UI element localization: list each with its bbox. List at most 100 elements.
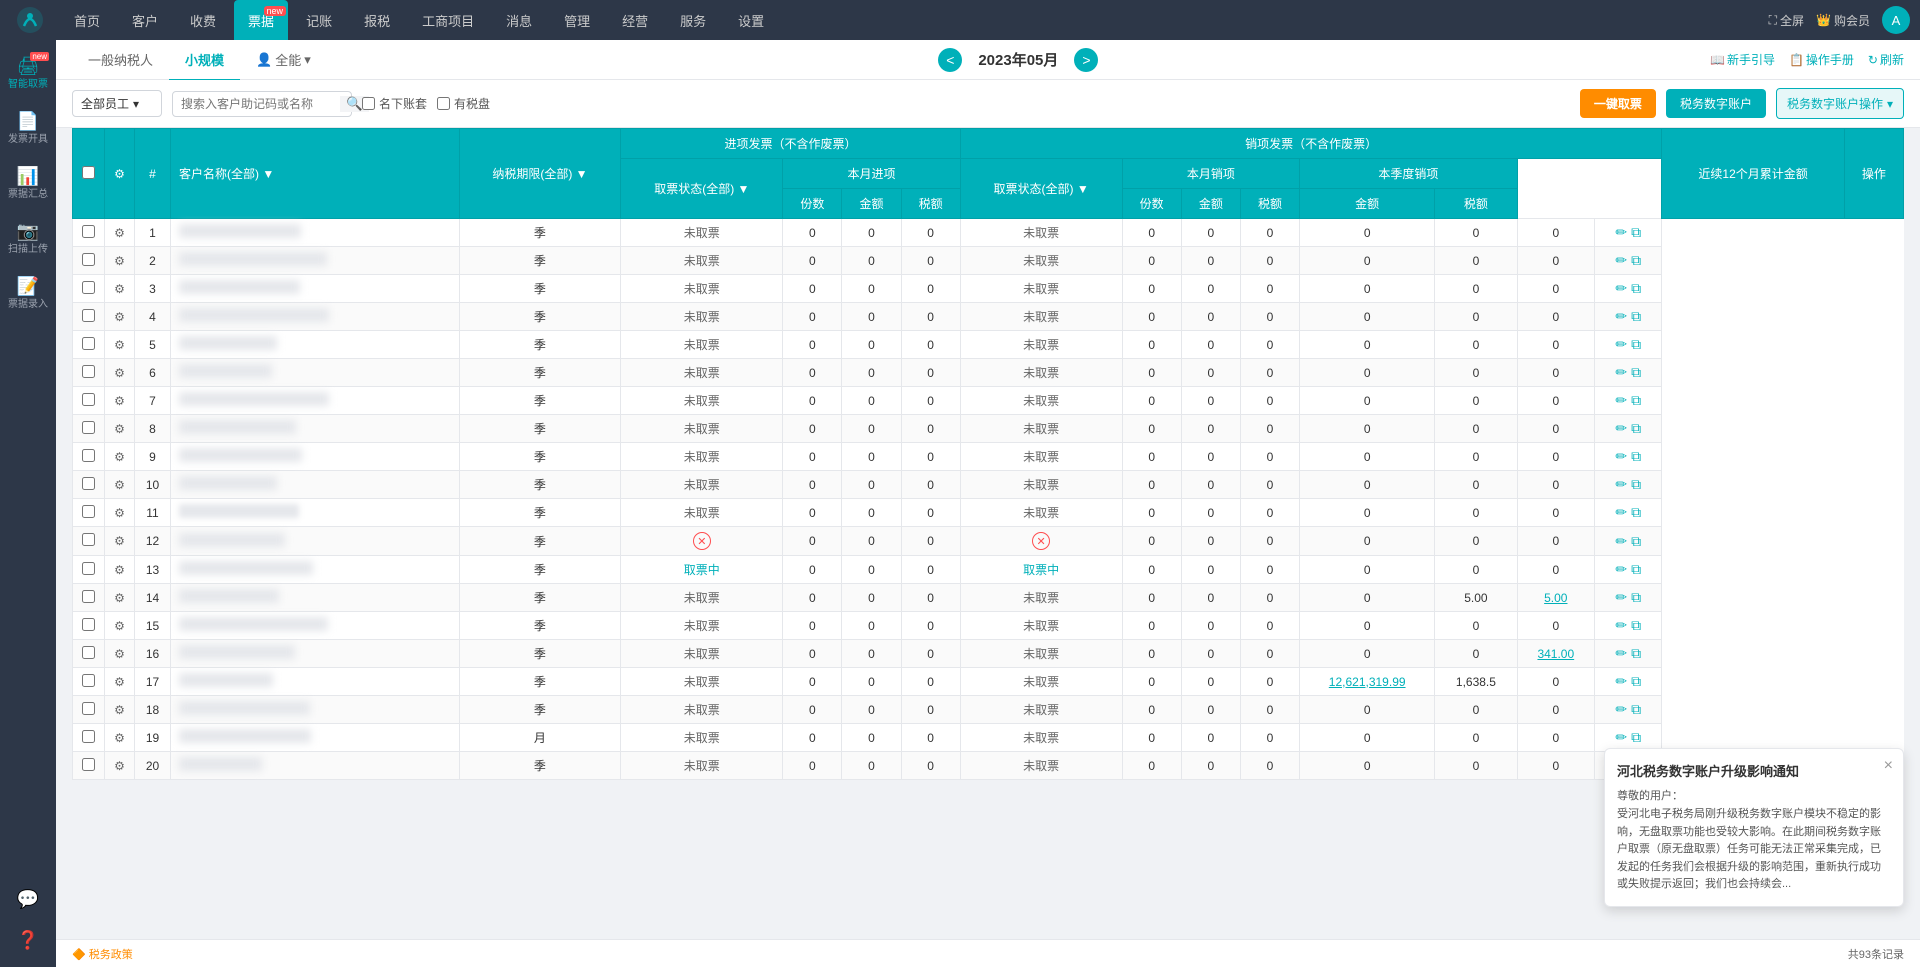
fullscreen-button[interactable]: ⛶全屏 [1769, 12, 1804, 29]
copy-icon[interactable]: ⧉ [1631, 224, 1641, 240]
edit-icon[interactable]: ✏ [1615, 561, 1627, 577]
nav-bookkeeping[interactable]: 记账 [292, 0, 346, 40]
copy-icon[interactable]: ⧉ [1631, 476, 1641, 492]
chat-icon[interactable]: 💬 [11, 883, 45, 916]
copy-icon[interactable]: ⧉ [1631, 280, 1641, 296]
row-checkbox[interactable] [82, 225, 95, 238]
edit-icon[interactable]: ✏ [1615, 701, 1627, 717]
row-checkbox[interactable] [82, 646, 95, 659]
refresh-link[interactable]: ↻ 刷新 [1868, 51, 1904, 68]
nav-customer[interactable]: 客户 [118, 0, 172, 40]
copy-icon[interactable]: ⧉ [1631, 252, 1641, 268]
row-settings-icon[interactable]: ⚙ [114, 534, 125, 548]
copy-icon[interactable]: ⧉ [1631, 504, 1641, 520]
notification-close-button[interactable]: × [1884, 757, 1893, 775]
copy-icon[interactable]: ⧉ [1631, 561, 1641, 577]
row-settings-icon[interactable]: ⚙ [114, 647, 125, 661]
row-settings-icon[interactable]: ⚙ [114, 759, 125, 773]
nav-fee[interactable]: 收费 [176, 0, 230, 40]
employee-select[interactable]: 全部员工 ▾ [72, 90, 162, 117]
edit-icon[interactable]: ✏ [1615, 476, 1627, 492]
row-checkbox[interactable] [82, 562, 95, 575]
edit-icon[interactable]: ✏ [1615, 336, 1627, 352]
edit-icon[interactable]: ✏ [1615, 392, 1627, 408]
copy-icon[interactable]: ⧉ [1631, 364, 1641, 380]
sidebar-item-entry[interactable]: 📝 票据录入 [3, 268, 53, 319]
edit-icon[interactable]: ✏ [1615, 645, 1627, 661]
row-settings-icon[interactable]: ⚙ [114, 703, 125, 717]
copy-icon[interactable]: ⧉ [1631, 448, 1641, 464]
checkbox-account-input[interactable] [362, 97, 375, 110]
row-checkbox[interactable] [82, 281, 95, 294]
row-checkbox[interactable] [82, 365, 95, 378]
nav-manage[interactable]: 管理 [550, 0, 604, 40]
one-click-button[interactable]: 一键取票 [1580, 89, 1656, 118]
copy-icon[interactable]: ⧉ [1631, 617, 1641, 633]
th-period[interactable]: 纳税期限(全部) ▼ [459, 129, 621, 219]
row-checkbox[interactable] [82, 337, 95, 350]
th-out-status[interactable]: 取票状态(全部) ▼ [960, 159, 1122, 219]
row-settings-icon[interactable]: ⚙ [114, 563, 125, 577]
row-checkbox[interactable] [82, 449, 95, 462]
row-checkbox[interactable] [82, 702, 95, 715]
row-settings-icon[interactable]: ⚙ [114, 731, 125, 745]
search-input[interactable] [181, 97, 336, 111]
checkbox-taxdisk[interactable]: 有税盘 [437, 95, 490, 112]
edit-icon[interactable]: ✏ [1615, 280, 1627, 296]
row-checkbox[interactable] [82, 309, 95, 322]
tab-general[interactable]: 一般纳税人 [72, 40, 169, 81]
edit-icon[interactable]: ✏ [1615, 420, 1627, 436]
sidebar-item-invoiceopen[interactable]: 📄 发票开具 [3, 103, 53, 154]
edit-icon[interactable]: ✏ [1615, 504, 1627, 520]
user-avatar[interactable]: A [1882, 6, 1910, 34]
copy-icon[interactable]: ⧉ [1631, 392, 1641, 408]
period-next-button[interactable]: > [1074, 48, 1098, 72]
edit-icon[interactable]: ✏ [1615, 308, 1627, 324]
row-checkbox[interactable] [82, 590, 95, 603]
copy-icon[interactable]: ⧉ [1631, 308, 1641, 324]
row-settings-icon[interactable]: ⚙ [114, 282, 125, 296]
nav-business2[interactable]: 经营 [608, 0, 662, 40]
sidebar-item-smartticket[interactable]: new 🖨 智能取票 [3, 48, 53, 99]
row-settings-icon[interactable]: ⚙ [114, 226, 125, 240]
nav-home[interactable]: 首页 [60, 0, 114, 40]
row-settings-icon[interactable]: ⚙ [114, 394, 125, 408]
edit-icon[interactable]: ✏ [1615, 589, 1627, 605]
row-checkbox[interactable] [82, 393, 95, 406]
copy-icon[interactable]: ⧉ [1631, 336, 1641, 352]
vip-button[interactable]: 👑购会员 [1816, 12, 1870, 29]
row-settings-icon[interactable]: ⚙ [114, 254, 125, 268]
select-all-checkbox[interactable] [82, 166, 95, 179]
row-checkbox[interactable] [82, 758, 95, 771]
checkbox-account[interactable]: 名下账套 [362, 95, 427, 112]
sidebar-item-summary[interactable]: 📊 票据汇总 [3, 158, 53, 209]
checkbox-taxdisk-input[interactable] [437, 97, 450, 110]
nav-message[interactable]: 消息 [492, 0, 546, 40]
guide-link[interactable]: 📖 新手引导 [1710, 51, 1775, 68]
edit-icon[interactable]: ✏ [1615, 224, 1627, 240]
copy-icon[interactable]: ⧉ [1631, 589, 1641, 605]
copy-icon[interactable]: ⧉ [1631, 645, 1641, 661]
digital-ops-button[interactable]: 税务数字账户操作 ▾ [1776, 88, 1904, 119]
sidebar-item-scan[interactable]: 📷 扫描上传 [3, 213, 53, 264]
row-checkbox[interactable] [82, 253, 95, 266]
edit-icon[interactable]: ✏ [1615, 364, 1627, 380]
th-in-status[interactable]: 取票状态(全部) ▼ [621, 159, 783, 219]
row-checkbox[interactable] [82, 477, 95, 490]
help-icon[interactable]: ❓ [11, 924, 45, 957]
tax-policy-link[interactable]: 🔶 税务政策 [72, 946, 133, 962]
nav-invoice[interactable]: 票据 new [234, 0, 288, 40]
row-settings-icon[interactable]: ⚙ [114, 591, 125, 605]
row-settings-icon[interactable]: ⚙ [114, 366, 125, 380]
edit-icon[interactable]: ✏ [1615, 252, 1627, 268]
nav-service[interactable]: 服务 [666, 0, 720, 40]
row-checkbox[interactable] [82, 730, 95, 743]
row-checkbox[interactable] [82, 618, 95, 631]
tab-all[interactable]: 👤 全能 ▾ [240, 40, 327, 81]
nav-business[interactable]: 工商项目 [408, 0, 488, 40]
edit-icon[interactable]: ✏ [1615, 673, 1627, 689]
edit-icon[interactable]: ✏ [1615, 533, 1627, 549]
copy-icon[interactable]: ⧉ [1631, 701, 1641, 717]
nav-settings[interactable]: 设置 [724, 0, 778, 40]
th-name[interactable]: 客户名称(全部) ▼ [171, 129, 460, 219]
